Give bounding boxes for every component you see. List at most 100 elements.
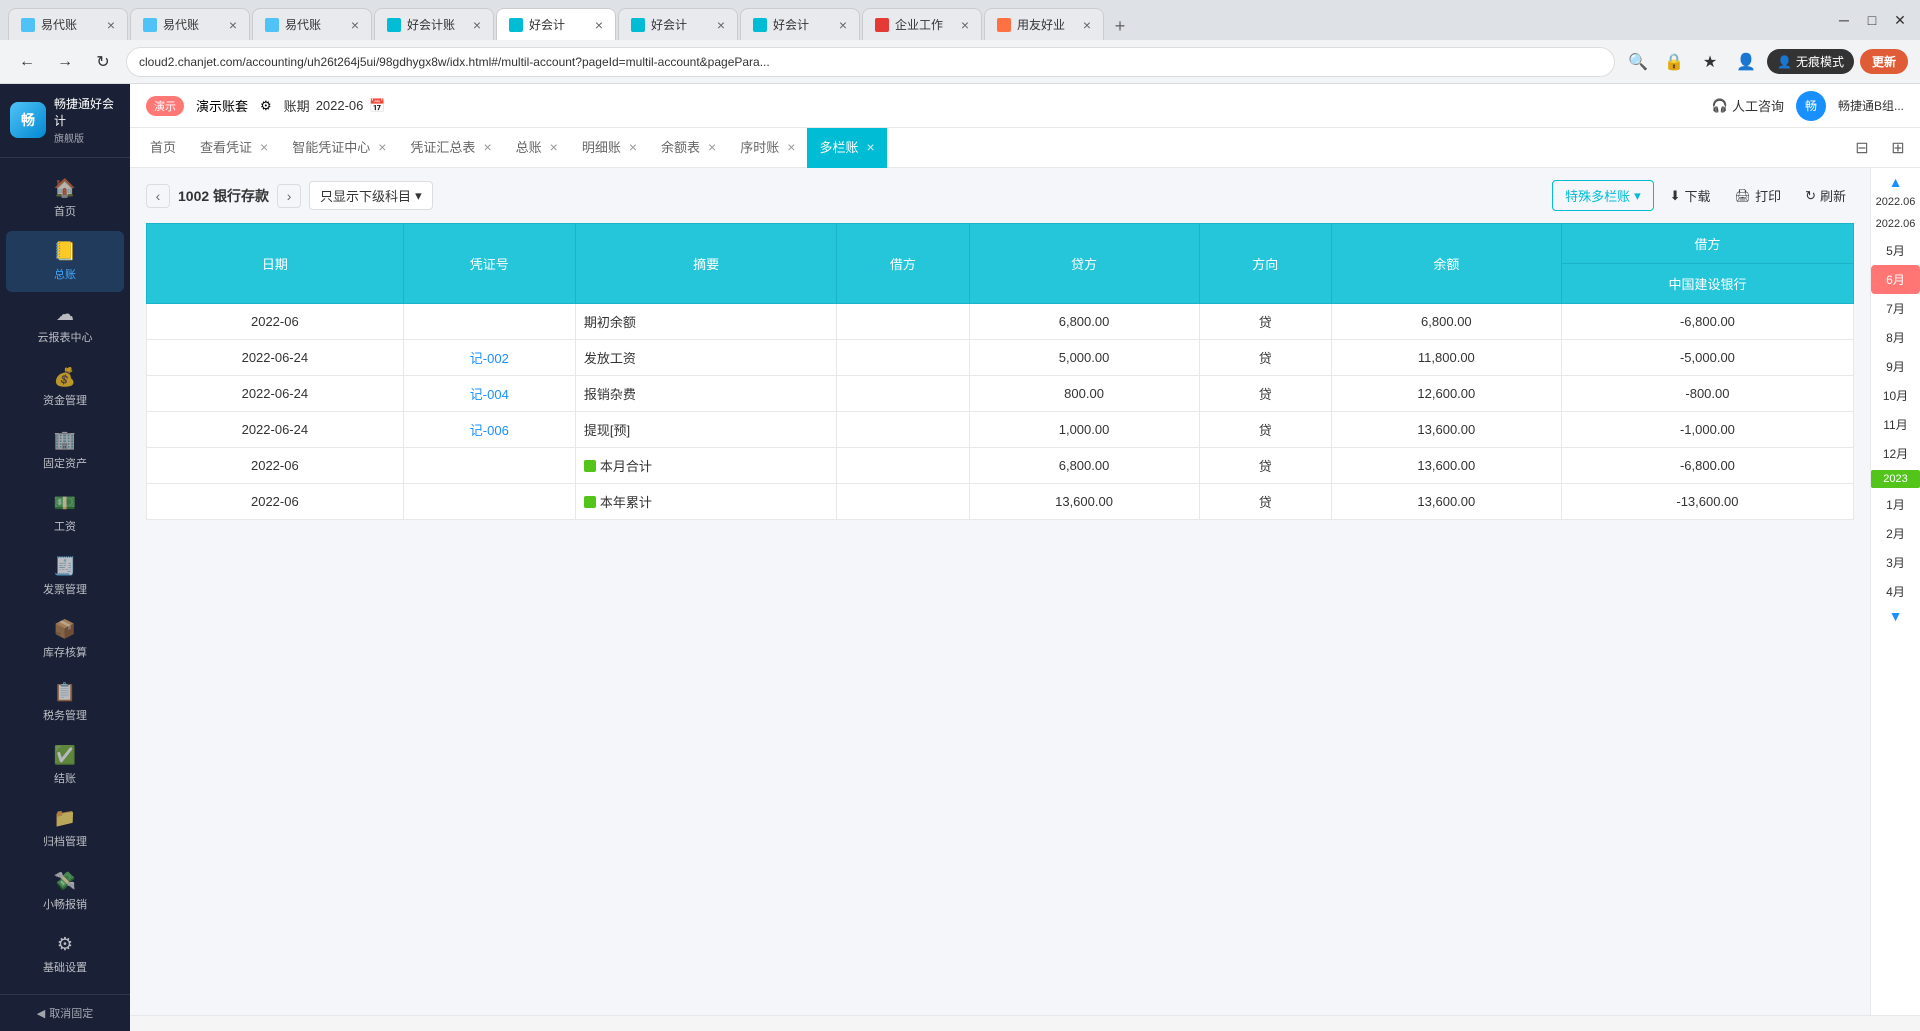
sidebar-item-tax[interactable]: 📋 税务管理 [6,672,124,733]
tab-close-2[interactable]: × [229,17,237,33]
tab-close-4[interactable]: × [473,17,481,33]
tab-home[interactable]: 首页 [138,128,188,168]
tab-balance-close[interactable]: × [708,139,716,155]
next-account-button[interactable]: › [277,184,301,208]
sidebar-item-inventory[interactable]: 📦 库存核算 [6,609,124,670]
tab-multi-column-close[interactable]: × [866,139,874,155]
refresh-button[interactable]: ↻ 刷新 [1797,181,1854,210]
download-button[interactable]: ⬇ 下载 [1662,181,1719,210]
calendar-month-dec[interactable]: 12月 [1871,439,1920,468]
tab-close-9[interactable]: × [1083,17,1091,33]
update-button[interactable]: 更新 [1860,49,1908,74]
calendar-month-mar[interactable]: 3月 [1871,548,1920,577]
calendar-icon[interactable]: 📅 [369,98,385,114]
user-avatar[interactable]: 畅 [1796,91,1826,121]
tab-journal-close[interactable]: × [787,139,795,155]
horizontal-scrollbar[interactable] [130,1015,1920,1031]
calendar-month-feb[interactable]: 2月 [1871,519,1920,548]
browser-tab-4[interactable]: 好会计账 × [374,8,494,40]
tab-close-1[interactable]: × [107,17,115,33]
tab-close-5[interactable]: × [595,17,603,33]
sidebar-item-salary[interactable]: 💵 工资 [6,483,124,544]
service-button[interactable]: 🎧 人工咨询 [1712,96,1784,115]
tab-collapse-button[interactable]: ⊟ [1848,134,1876,162]
tab-smart-voucher[interactable]: 智能凭证中心 × [280,128,398,168]
show-sub-button[interactable]: 只显示下级科目 ▾ [309,181,433,210]
tab-journal[interactable]: 序时账 × [728,128,807,168]
sidebar-item-fixed-assets[interactable]: 🏢 固定资产 [6,420,124,481]
wuhen-mode-button[interactable]: 👤 无痕模式 [1767,49,1854,74]
calendar-month-sep[interactable]: 9月 [1871,352,1920,381]
new-tab-button[interactable]: + [1106,12,1134,40]
tab-voucher-summary[interactable]: 凭证汇总表 × [398,128,503,168]
prev-account-button[interactable]: ‹ [146,184,170,208]
cell-voucher-1[interactable]: 记-002 [403,340,575,376]
sidebar-item-fund[interactable]: 💰 资金管理 [6,357,124,418]
sidebar-item-cloud-report[interactable]: ☁ 云报表中心 [6,294,124,355]
sidebar-item-settings[interactable]: ⚙ 基础设置 [6,924,124,985]
browser-tab-8[interactable]: 企业工作 × [862,8,982,40]
sidebar-item-expense[interactable]: 💸 小畅报销 [6,861,124,922]
sidebar-item-home[interactable]: 🏠 首页 [6,168,124,229]
profile-icon[interactable]: 👤 [1731,47,1761,77]
close-window-button[interactable]: ✕ [1888,8,1912,32]
browser-tab-1[interactable]: 易代账 × [8,8,128,40]
calendar-month-jun[interactable]: 6月 [1871,265,1920,294]
maximize-button[interactable]: □ [1860,8,1884,32]
browser-tab-3[interactable]: 易代账 × [252,8,372,40]
sidebar-item-close[interactable]: ✅ 结账 [6,735,124,796]
browser-tab-2[interactable]: 易代账 × [130,8,250,40]
tab-smart-voucher-close[interactable]: × [378,139,386,155]
cancel-fixed-button[interactable]: ◀ 取消固定 [6,1005,124,1021]
print-button[interactable]: 🖨 打印 [1727,181,1790,210]
tab-detail-ledger-close[interactable]: × [629,139,637,155]
bookmark-icon[interactable]: ★ [1695,47,1725,77]
tab-favicon-6 [631,18,645,32]
calendar-month-jan[interactable]: 1月 [1871,490,1920,519]
address-bar[interactable]: cloud2.chanjet.com/accounting/uh26t264j5… [126,47,1615,77]
calendar-month-apr[interactable]: 4月 [1871,577,1920,606]
browser-tab-6[interactable]: 好会计 × [618,8,738,40]
cell-summary-4: 本月合计 [575,448,836,484]
tab-close-6[interactable]: × [717,17,725,33]
tab-expand-button[interactable]: ⊞ [1884,134,1912,162]
tab-view-voucher-close[interactable]: × [260,139,268,155]
tab-view-voucher[interactable]: 查看凭证 × [188,128,280,168]
tab-close-3[interactable]: × [351,17,359,33]
reload-button[interactable]: ↻ [88,47,118,77]
cell-voucher-3[interactable]: 记-006 [403,412,575,448]
calendar-scroll-down[interactable]: ▼ [1881,606,1911,626]
sidebar-item-invoice[interactable]: 🧾 发票管理 [6,546,124,607]
browser-chrome: 易代账 × 易代账 × 易代账 × 好会计账 × 好会计 × [0,0,1920,40]
tab-general-ledger-close[interactable]: × [550,139,558,155]
calendar-month-jul[interactable]: 7月 [1871,294,1920,323]
back-button[interactable]: ← [12,47,42,77]
tab-multi-column[interactable]: 多栏账 × [807,128,886,168]
browser-tab-9[interactable]: 用友好业 × [984,8,1104,40]
calendar-month-aug[interactable]: 8月 [1871,323,1920,352]
special-multi-button[interactable]: 特殊多栏账 ▾ [1552,180,1654,211]
calendar-month-may[interactable]: 5月 [1871,236,1920,265]
search-icon[interactable]: 🔍 [1623,47,1653,77]
tab-general-ledger[interactable]: 总账 × [504,128,570,168]
sidebar-item-ledger[interactable]: 📒 总账 [6,231,124,292]
sidebar-item-archive[interactable]: 📁 归档管理 [6,798,124,859]
tab-close-7[interactable]: × [839,17,847,33]
ledger-header: ‹ 1002 银行存款 › 只显示下级科目 ▾ 特殊多栏账 ▾ ⬇ [146,180,1854,211]
browser-tab-7[interactable]: 好会计 × [740,8,860,40]
browser-tab-5[interactable]: 好会计 × [496,8,616,40]
settings-gear-icon[interactable]: ⚙ [260,98,272,114]
extension-icon[interactable]: 🔒 [1659,47,1689,77]
calendar-month-nov[interactable]: 11月 [1871,410,1920,439]
table-row: 2022-06期初余额6,800.00贷6,800.00-6,800.00 [147,304,1854,340]
tab-balance[interactable]: 余额表 × [649,128,728,168]
forward-button[interactable]: → [50,47,80,77]
cell-voucher-2[interactable]: 记-004 [403,376,575,412]
calendar-month-oct[interactable]: 10月 [1871,381,1920,410]
tab-close-8[interactable]: × [961,17,969,33]
calendar-scroll-up[interactable]: ▲ [1881,172,1911,192]
tab-voucher-summary-close[interactable]: × [483,139,491,155]
tab-detail-ledger[interactable]: 明细账 × [570,128,649,168]
sidebar-item-guide[interactable]: 🎯 新手引导 [6,987,124,994]
minimize-button[interactable]: ─ [1832,8,1856,32]
